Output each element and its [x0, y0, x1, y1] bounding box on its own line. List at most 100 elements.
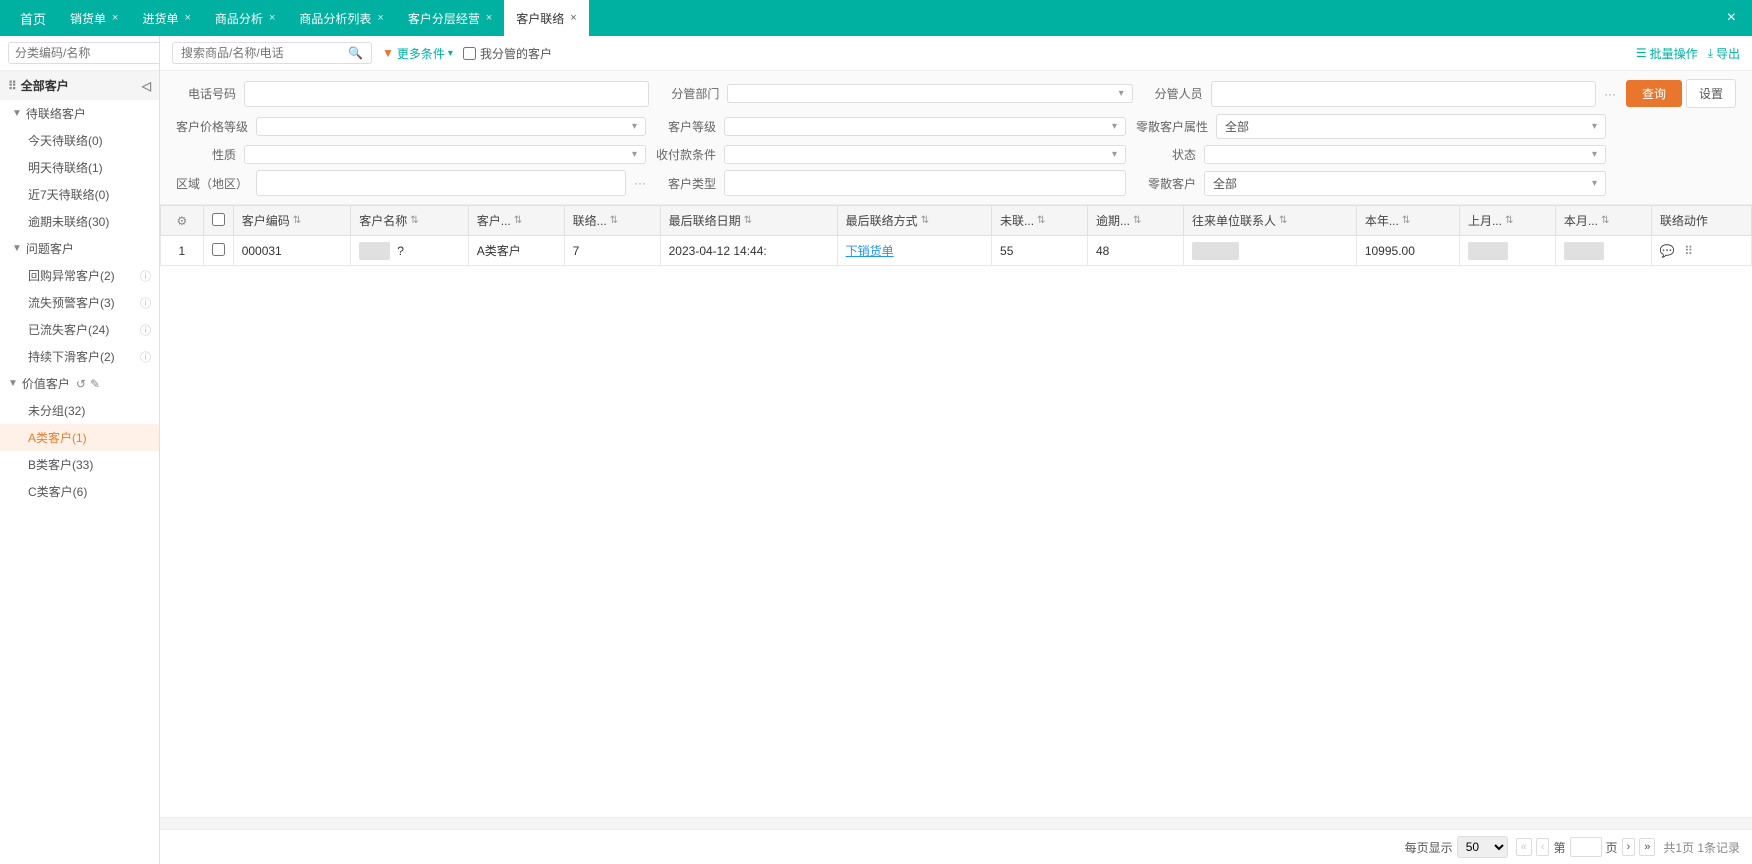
- row-checkbox-cell[interactable]: [203, 236, 233, 266]
- sort-icon-contact[interactable]: ⇅: [610, 215, 618, 226]
- phone-input[interactable]: [244, 81, 649, 107]
- sort-icon-method[interactable]: ⇅: [921, 215, 929, 226]
- select-all-checkbox[interactable]: [212, 213, 225, 226]
- nav-tab-3[interactable]: 商品分析列表 ×: [287, 0, 395, 36]
- sort-icon-this-year[interactable]: ⇅: [1402, 215, 1410, 226]
- edit-icon[interactable]: ✎: [90, 377, 100, 391]
- nav-tab-4[interactable]: 客户分层经营 ×: [396, 0, 504, 36]
- sidebar-item-repurchase-abnormal[interactable]: 回购异常客户(2) ⓘ: [0, 262, 159, 289]
- row-overdue: 48: [1088, 236, 1184, 266]
- info-icon-1: ⓘ: [140, 295, 151, 311]
- nature-select[interactable]: ▾: [244, 145, 646, 164]
- nav-tab-1[interactable]: 进货单 ×: [130, 0, 202, 36]
- close-tab-0[interactable]: ×: [112, 12, 118, 24]
- customer-type-input[interactable]: [724, 170, 1126, 196]
- batch-operation-button[interactable]: ☰ 批量操作: [1636, 45, 1698, 62]
- prev-page-button[interactable]: ‹: [1536, 838, 1550, 856]
- sort-icon-date[interactable]: ⇅: [744, 215, 752, 226]
- sort-icon-not-contacted[interactable]: ⇅: [1037, 215, 1045, 226]
- filter-field-customer-type: 客户类型: [656, 170, 1126, 196]
- my-customers-checkbox-area[interactable]: 我分管的客户: [463, 45, 552, 62]
- sidebar-item-unclassified[interactable]: 未分组(32): [0, 397, 159, 424]
- sidebar-item-churn-warning[interactable]: 流失预警客户(3) ⓘ: [0, 289, 159, 316]
- col-actions: 联络动作: [1651, 206, 1751, 236]
- name-placeholder: Ea: [359, 242, 390, 260]
- sidebar-group-pending-contact[interactable]: ▼ 待联络客户: [0, 100, 159, 127]
- settings-button[interactable]: 设置: [1686, 79, 1736, 108]
- sort-icon-type[interactable]: ⇅: [514, 215, 522, 226]
- close-tab-3[interactable]: ×: [377, 12, 383, 24]
- sidebar-item-today[interactable]: 今天待联络(0): [0, 127, 159, 154]
- next-page-button[interactable]: ›: [1622, 838, 1636, 856]
- nav-tab-5[interactable]: 客户联络 ×: [504, 0, 588, 36]
- sort-icon-this-month[interactable]: ⇅: [1601, 215, 1609, 226]
- more-conditions-button[interactable]: ▼ 更多条件 ▾: [382, 45, 453, 62]
- data-table: ⚙ 客户编码⇅ 客户名称⇅ 客户...⇅ 联络...⇅: [160, 205, 1752, 266]
- col-checkbox-all[interactable]: [203, 206, 233, 236]
- region-dots-btn[interactable]: ···: [634, 176, 646, 190]
- status-select[interactable]: ▾: [1204, 145, 1606, 164]
- action-more-icon[interactable]: ⠿: [1684, 244, 1693, 258]
- filter-search-input[interactable]: [181, 46, 348, 60]
- close-tab-1[interactable]: ×: [184, 12, 190, 24]
- dept-select[interactable]: ▾: [727, 84, 1132, 103]
- window-close-button[interactable]: ×: [1719, 5, 1744, 31]
- region-input[interactable]: [256, 170, 626, 196]
- row-actions[interactable]: 💬 ⠿: [1651, 236, 1751, 266]
- my-customers-checkbox[interactable]: [463, 47, 476, 60]
- close-tab-2[interactable]: ×: [269, 12, 275, 24]
- sidebar-item-7days[interactable]: 近7天待联络(0): [0, 181, 159, 208]
- col-not-contacted: 未联...⇅: [992, 206, 1088, 236]
- main-layout: 🔍 ⠿ 全部客户 ◁ ▼ 待联络客户 今天待联络(0) 明天待联络(1) 近7天…: [0, 36, 1752, 864]
- sidebar-item-class-c[interactable]: C类客户(6): [0, 478, 159, 505]
- close-tab-4[interactable]: ×: [486, 12, 492, 24]
- row-num: 1: [161, 236, 204, 266]
- sort-icon-last-month[interactable]: ⇅: [1505, 215, 1513, 226]
- action-chat-icon[interactable]: 💬: [1660, 244, 1675, 258]
- sidebar-group-problem-customers[interactable]: ▼ 问题客户: [0, 235, 159, 262]
- sidebar-item-overdue[interactable]: 逾期未联络(30): [0, 208, 159, 235]
- refresh-icon[interactable]: ↺: [76, 377, 86, 391]
- sidebar-search-input[interactable]: [8, 42, 160, 64]
- query-button[interactable]: 查询: [1626, 80, 1682, 107]
- sidebar-all-customers[interactable]: ⠿ 全部客户 ◁: [0, 71, 159, 100]
- sidebar-item-declining[interactable]: 持续下滑客户(2) ⓘ: [0, 343, 159, 370]
- sidebar-group-value-customers[interactable]: ▼ 价值客户 ↺ ✎: [0, 370, 159, 397]
- data-table-container: ⚙ 客户编码⇅ 客户名称⇅ 客户...⇅ 联络...⇅: [160, 205, 1752, 817]
- nav-tab-0[interactable]: 销货单 ×: [58, 0, 130, 36]
- row-last-contact-method[interactable]: 下销货单: [837, 236, 991, 266]
- col-this-month: 本月...⇅: [1555, 206, 1651, 236]
- payment-select[interactable]: ▾: [724, 145, 1126, 164]
- status-arrow: ▾: [1592, 149, 1597, 160]
- sidebar-item-churned[interactable]: 已流失客户(24) ⓘ: [0, 316, 159, 343]
- sort-icon-code[interactable]: ⇅: [293, 215, 301, 226]
- col-settings[interactable]: ⚙: [161, 206, 204, 236]
- close-tab-5[interactable]: ×: [570, 12, 576, 24]
- sort-icon-contact-person[interactable]: ⇅: [1279, 215, 1287, 226]
- sort-icon-overdue[interactable]: ⇅: [1133, 215, 1141, 226]
- export-button[interactable]: ⤓ 导出: [1708, 45, 1740, 62]
- customer-level-select[interactable]: ▾: [724, 117, 1126, 136]
- manager-input[interactable]: [1211, 81, 1596, 107]
- retail-attr-select[interactable]: 全部 ▾: [1216, 114, 1606, 139]
- sidebar-item-class-b[interactable]: B类客户(33): [0, 451, 159, 478]
- nav-tab-2[interactable]: 商品分析 ×: [203, 0, 287, 36]
- price-level-arrow: ▾: [632, 121, 637, 132]
- sidebar-item-class-a[interactable]: A类客户(1): [0, 424, 159, 451]
- sort-icon-name[interactable]: ⇅: [410, 215, 418, 226]
- info-icon-2: ⓘ: [140, 322, 151, 338]
- page-size-select[interactable]: 10 20 50 100: [1457, 836, 1508, 858]
- price-level-select[interactable]: ▾: [256, 117, 646, 136]
- manager-dots-btn[interactable]: ···: [1604, 87, 1616, 101]
- first-page-button[interactable]: «: [1516, 838, 1532, 856]
- page-number-input[interactable]: 1: [1570, 837, 1602, 857]
- contact-method-link[interactable]: 下销货单: [846, 244, 894, 258]
- sidebar-item-tomorrow[interactable]: 明天待联络(1): [0, 154, 159, 181]
- nav-home[interactable]: 首页: [8, 0, 58, 36]
- retail-customer-select[interactable]: 全部 ▾: [1204, 171, 1606, 196]
- col-customer-type: 客户...⇅: [468, 206, 564, 236]
- filter-search-icon[interactable]: 🔍: [348, 46, 363, 60]
- last-page-button[interactable]: »: [1639, 838, 1655, 856]
- horizontal-scrollbar[interactable]: [160, 817, 1752, 829]
- row-checkbox[interactable]: [212, 243, 225, 256]
